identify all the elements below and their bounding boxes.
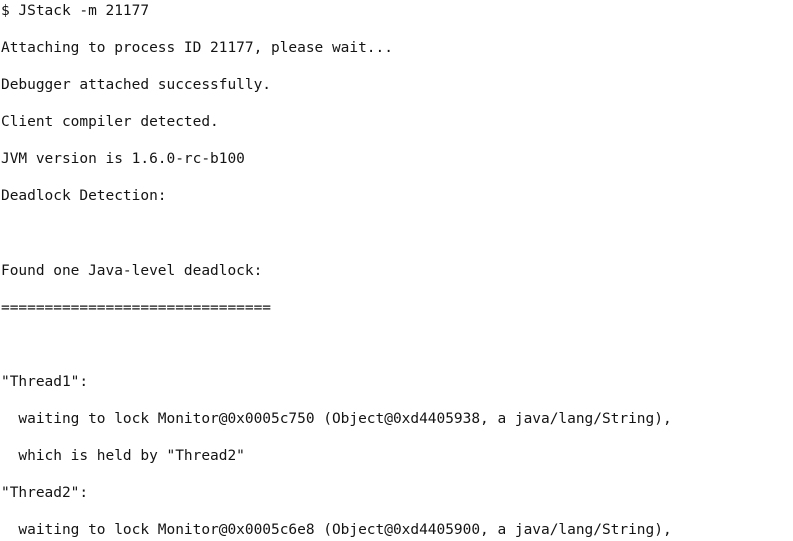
console-line: Attaching to process ID 21177, please wa… bbox=[1, 40, 393, 57]
console-line: Client compiler detected. bbox=[1, 114, 219, 131]
terminal-window[interactable]: $ JStack -m 21177 Attaching to process I… bbox=[0, 0, 793, 541]
console-line: waiting to lock Monitor@0x0005c6e8 (Obje… bbox=[1, 522, 672, 539]
console-line: JVM version is 1.6.0-rc-b100 bbox=[1, 151, 245, 168]
console-line: $ JStack -m 21177 bbox=[1, 3, 150, 19]
console-line: Found one Java-level deadlock: bbox=[1, 262, 263, 279]
console-line: "Thread2": bbox=[1, 485, 89, 502]
console-line: Debugger attached successfully. bbox=[1, 77, 272, 94]
console-line: which is held by "Thread2" bbox=[1, 448, 245, 465]
console-line: "Thread1": bbox=[1, 373, 89, 390]
console-line: =============================== bbox=[1, 299, 272, 316]
console-line: waiting to lock Monitor@0x0005c750 (Obje… bbox=[1, 411, 672, 428]
console-line: Deadlock Detection: bbox=[1, 188, 167, 205]
console-output[interactable]: $ JStack -m 21177 Attaching to process I… bbox=[1, 2, 672, 541]
